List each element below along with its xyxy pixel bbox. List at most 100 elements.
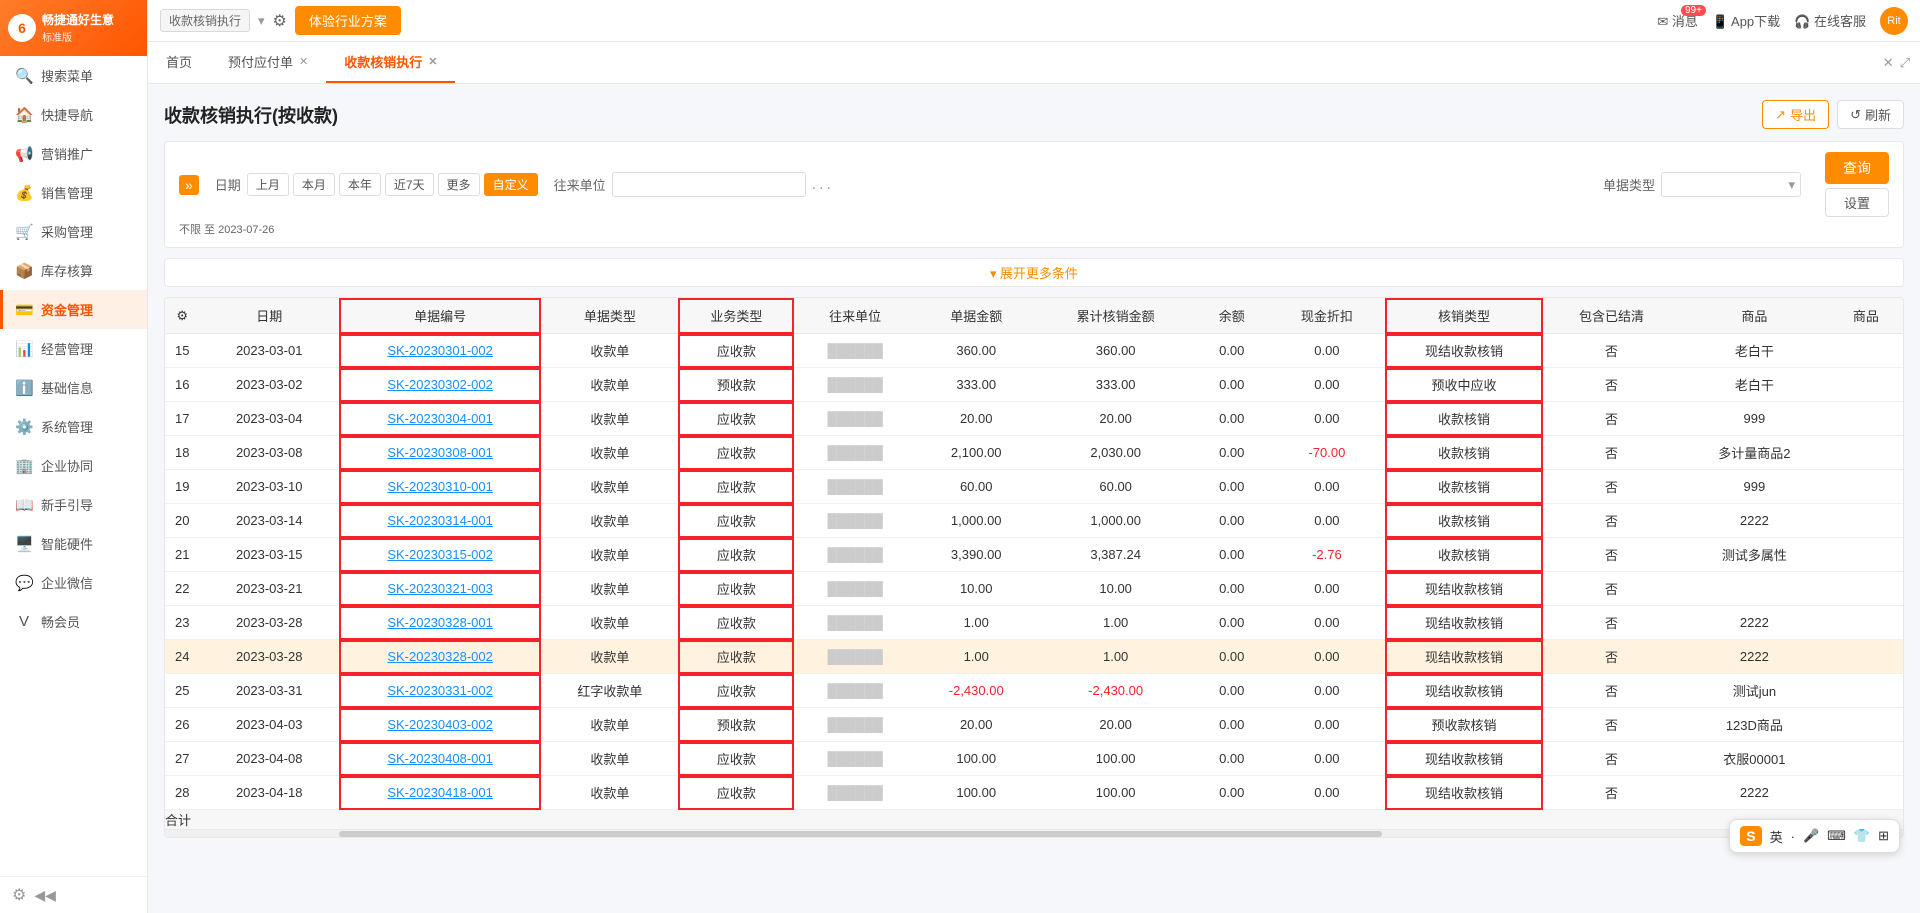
sidebar-label-guide: 新手引导	[41, 495, 93, 514]
sidebar-item-quick[interactable]: 🏠 快捷导航	[0, 95, 147, 134]
tab-expand-icon[interactable]: ⤢	[1900, 55, 1910, 71]
messages-wrap[interactable]: ✉ 消息 99+	[1657, 11, 1698, 30]
cell-verify-type: 现结收款核销	[1385, 640, 1543, 674]
table-header-row: ⚙ 日期 单据编号 单据类型 业务类型 往来单位 单据金额 累计核销金额 余额 …	[165, 298, 1903, 334]
sidebar-item-finance[interactable]: 💳 资金管理	[0, 290, 147, 329]
cell-seq: 15	[165, 334, 199, 368]
sidebar-item-inventory[interactable]: 📦 库存核算	[0, 251, 147, 290]
ime-grid-icon[interactable]: ⊞	[1878, 828, 1889, 844]
receipt-type-select[interactable]	[1661, 172, 1801, 197]
sidebar-label-sales: 销售管理	[41, 183, 93, 202]
export-button[interactable]: ↗ 导出	[1762, 100, 1829, 129]
date-btn-custom[interactable]: 自定义	[484, 173, 538, 196]
cell-include-settled: 否	[1543, 640, 1680, 674]
sidebar-item-wechat[interactable]: 💬 企业微信	[0, 563, 147, 602]
cell-verify-type: 现结收款核销	[1385, 674, 1543, 708]
footer-label: 合计	[165, 810, 339, 830]
sidebar-item-purchase[interactable]: 🛒 采购管理	[0, 212, 147, 251]
sidebar-item-system[interactable]: ⚙️ 系统管理	[0, 407, 147, 446]
refresh-button[interactable]: ↺ 刷新	[1837, 100, 1904, 129]
unit-label: 往来单位	[554, 175, 606, 194]
sidebar-item-corp[interactable]: 🏢 企业协同	[0, 446, 147, 485]
sidebar-item-member[interactable]: V 畅会员	[0, 602, 147, 641]
cell-doc-type: 收款单	[541, 776, 678, 810]
sidebar-item-search[interactable]: 🔍 搜索菜单	[0, 56, 147, 95]
cell-verify-type: 预收中应收	[1385, 368, 1543, 402]
ime-mic-icon[interactable]: 🎤	[1803, 828, 1819, 844]
collapse-icon[interactable]: ◀◀	[34, 887, 56, 904]
date-btn-more[interactable]: 更多	[438, 173, 480, 196]
cell-date: 2023-03-08	[199, 436, 338, 470]
cell-doc-no: SK-20230328-001	[339, 606, 541, 640]
scrollbar-thumb[interactable]	[339, 831, 1382, 837]
cell-doc-no: SK-20230314-001	[339, 504, 541, 538]
doc-no-link[interactable]: SK-20230310-001	[387, 479, 493, 494]
expand-bar[interactable]: ▾ 展开更多条件	[164, 258, 1904, 287]
industry-solution-button[interactable]: 体验行业方案	[295, 6, 401, 35]
cell-unit: ██████	[794, 606, 915, 640]
doc-no-link[interactable]: SK-20230328-002	[387, 649, 493, 664]
cell-goods2	[1829, 368, 1903, 402]
ime-dot[interactable]: ·	[1791, 829, 1795, 844]
cell-goods2	[1829, 776, 1903, 810]
sidebar-icon-quick: 🏠	[15, 106, 33, 124]
setting-button[interactable]: 设置	[1825, 188, 1889, 217]
doc-no-link[interactable]: SK-20230301-002	[387, 343, 493, 358]
cell-verify-amount: 3,387.24	[1037, 538, 1195, 572]
tab-home[interactable]: 首页	[148, 42, 210, 83]
sidebar-item-marketing[interactable]: 📢 营销推广	[0, 134, 147, 173]
date-btn-this-month[interactable]: 本月	[293, 173, 335, 196]
filter-toggle-btn[interactable]: »	[179, 175, 199, 195]
query-button[interactable]: 查询	[1825, 152, 1889, 184]
ime-ying[interactable]: 英	[1770, 827, 1783, 846]
doc-no-link[interactable]: SK-20230331-002	[387, 683, 493, 698]
tab-prepay-close[interactable]: ✕	[299, 55, 308, 68]
cell-doc-type: 收款单	[541, 436, 678, 470]
topbar-chevron[interactable]: ▾	[258, 13, 265, 29]
sidebar-item-hardware[interactable]: 🖥️ 智能硬件	[0, 524, 147, 563]
doc-no-link[interactable]: SK-20230418-001	[387, 785, 493, 800]
unit-input[interactable]	[612, 172, 806, 197]
col-gear[interactable]: ⚙	[165, 298, 199, 334]
cell-verify-amount: 1.00	[1037, 606, 1195, 640]
doc-no-link[interactable]: SK-20230302-002	[387, 377, 493, 392]
topbar: 收款核销执行 ▾ ⚙ 体验行业方案 ✉ 消息 99+ 📱 App下载 🎧 在线客…	[148, 0, 1920, 42]
cell-include-settled: 否	[1543, 504, 1680, 538]
tab-receipt[interactable]: 收款核销执行 ✕	[326, 42, 455, 83]
sidebar-item-operation[interactable]: 📊 经营管理	[0, 329, 147, 368]
table-wrap: ⚙ 日期 单据编号 单据类型 业务类型 往来单位 单据金额 累计核销金额 余额 …	[164, 297, 1904, 838]
app-download-link[interactable]: 📱 App下载	[1712, 11, 1780, 30]
date-btn-last-month[interactable]: 上月	[247, 173, 289, 196]
date-btns: 上月 本月 本年 近7天 更多 自定义	[247, 173, 538, 196]
doc-no-link[interactable]: SK-20230315-002	[387, 547, 493, 562]
col-biz-type: 业务类型	[678, 298, 794, 334]
settings-icon[interactable]: ⚙	[12, 885, 26, 905]
sidebar-item-basic[interactable]: ℹ️ 基础信息	[0, 368, 147, 407]
sidebar-item-sales[interactable]: 💰 销售管理	[0, 173, 147, 212]
topbar-breadcrumb[interactable]: 收款核销执行	[160, 9, 250, 32]
doc-no-link[interactable]: SK-20230308-001	[387, 445, 493, 460]
table-scrollbar[interactable]	[165, 829, 1903, 837]
doc-no-link[interactable]: SK-20230321-003	[387, 581, 493, 596]
tabs-actions: ✕ ⤢	[1883, 55, 1920, 71]
ime-keyboard-icon[interactable]: ⌨	[1827, 828, 1846, 844]
sidebar-item-guide[interactable]: 📖 新手引导	[0, 485, 147, 524]
cell-unit: ██████	[794, 436, 915, 470]
doc-no-link[interactable]: SK-20230304-001	[387, 411, 493, 426]
ime-shirt-icon[interactable]: 👕	[1854, 828, 1870, 844]
tab-close-all-icon[interactable]: ✕	[1883, 55, 1894, 71]
date-btn-this-year[interactable]: 本年	[339, 173, 381, 196]
online-service-link[interactable]: 🎧 在线客服	[1794, 11, 1866, 30]
tab-receipt-close[interactable]: ✕	[428, 55, 437, 68]
tab-prepay[interactable]: 预付应付单 ✕	[210, 42, 326, 83]
tabs-bar: 首页 预付应付单 ✕ 收款核销执行 ✕ ✕ ⤢	[148, 42, 1920, 84]
cell-amount: 1,000.00	[916, 504, 1037, 538]
doc-no-link[interactable]: SK-20230403-002	[387, 717, 493, 732]
doc-no-link[interactable]: SK-20230408-001	[387, 751, 493, 766]
date-btn-7days[interactable]: 近7天	[385, 173, 434, 196]
doc-no-link[interactable]: SK-20230328-001	[387, 615, 493, 630]
doc-no-link[interactable]: SK-20230314-001	[387, 513, 493, 528]
topbar-gear-icon[interactable]: ⚙	[273, 11, 287, 31]
user-avatar[interactable]: Rit	[1880, 7, 1908, 35]
sidebar-logo: 6 畅捷通好生意 标准版	[0, 0, 147, 56]
